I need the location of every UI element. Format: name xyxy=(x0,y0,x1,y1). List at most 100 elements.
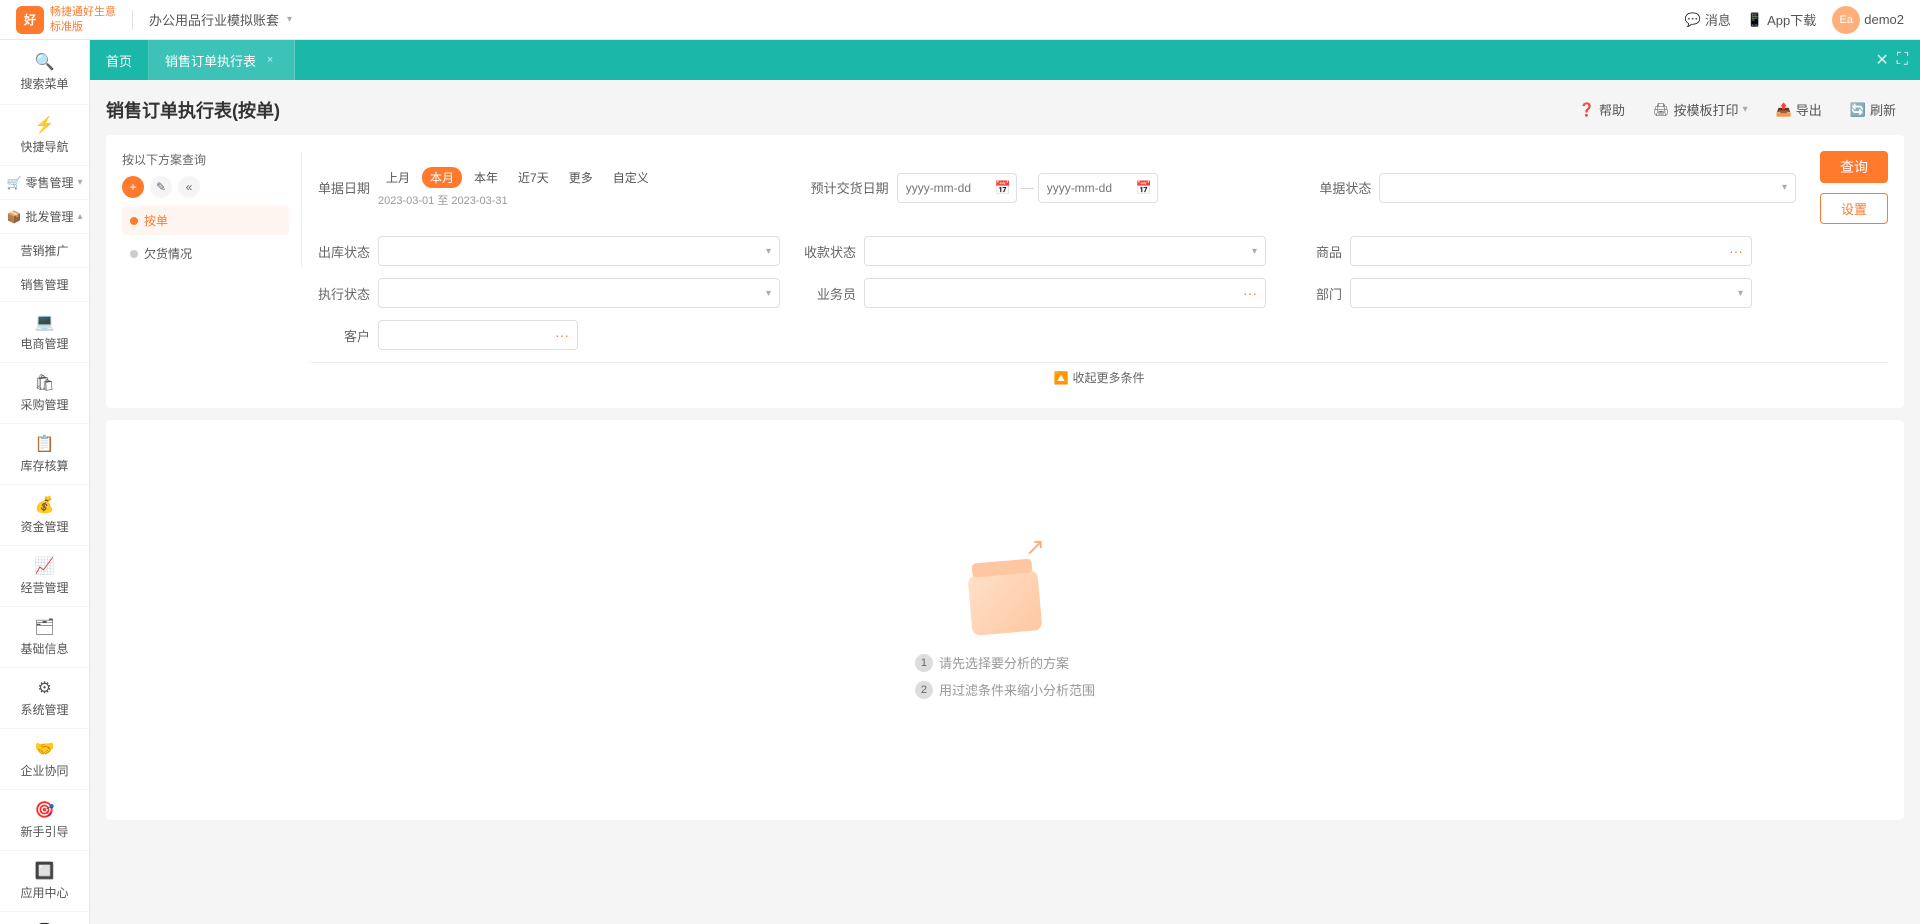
purchase-icon: 🛍 xyxy=(34,373,54,393)
appcenter-icon: 🔲 xyxy=(35,861,55,881)
scheme-item-active[interactable]: 按单 xyxy=(122,206,289,235)
goods-select[interactable]: ··· xyxy=(1350,236,1752,266)
preset-this-month[interactable]: 本月 xyxy=(422,167,462,188)
sidebar-item-guide[interactable]: 🎯 新手引导 xyxy=(0,790,89,851)
filter-field-dept: 部门 ▾ xyxy=(1282,278,1752,308)
sidebar-item-wechat[interactable]: 💬 企业微信 xyxy=(0,912,89,924)
preset-last-month[interactable]: 上月 xyxy=(378,167,418,188)
filter-field-goods: 商品 ··· xyxy=(1282,236,1752,266)
main-layout: 🔍 搜索菜单 ⚡ 快捷导航 🛒 零售管理 ▾ 📦 批发管理 ▴ 营销推广 销售管… xyxy=(0,40,1920,924)
collapse-up-icon: 🔼 xyxy=(1054,371,1069,385)
tab-bar: 首页 销售订单执行表 × ✕ ⛶ xyxy=(90,40,1920,80)
salesman-select[interactable]: ··· xyxy=(864,278,1266,308)
win-maximize-icon[interactable]: ⛶ xyxy=(1897,51,1908,69)
tab-active[interactable]: 销售订单执行表 × xyxy=(149,40,295,80)
out-status-select[interactable]: ▾ xyxy=(378,236,780,266)
sidebar-item-sales[interactable]: 销售管理 xyxy=(0,268,89,302)
logo-area: 好 畅捷通好生意 标准版 xyxy=(16,5,116,34)
filter-scheme-actions: + ✎ « xyxy=(122,176,289,198)
filter-row-2: 出库状态 ▾ 收款状态 ▾ xyxy=(310,236,1888,266)
collab-icon: 🤝 xyxy=(35,739,55,759)
filter-field-customer: 客户 ··· xyxy=(310,320,1888,350)
sidebar-item-retail[interactable]: 🛒 零售管理 ▾ xyxy=(0,166,89,200)
scheme-collapse-button[interactable]: « xyxy=(178,176,200,198)
collapse-bar[interactable]: 🔼 收起更多条件 xyxy=(310,362,1888,392)
sidebar-item-finance[interactable]: 💰 资金管理 xyxy=(0,485,89,546)
sidebar-item-wholesale[interactable]: 📦 批发管理 ▴ xyxy=(0,200,89,234)
header-divider xyxy=(132,10,133,30)
filter-section: 按以下方案查询 + ✎ « 按单 欠货情况 xyxy=(122,151,1888,392)
dept-select[interactable]: ▾ xyxy=(1350,278,1752,308)
tip-num-1: 1 xyxy=(915,654,933,672)
sidebar-item-marketing[interactable]: 营销推广 xyxy=(0,234,89,268)
sidebar-item-inventory[interactable]: 📋 库存核算 xyxy=(0,424,89,485)
out-status-label: 出库状态 xyxy=(310,242,370,261)
filter-field-date: 单据日期 上月 本月 本年 近7天 更多 自定义 xyxy=(310,167,795,208)
preset-this-year[interactable]: 本年 xyxy=(466,167,506,188)
page-title-bar: 销售订单执行表(按单) ❓ 帮助 🖨 按模板打印 ▾ 📤 导出 xyxy=(106,96,1904,123)
goods-label: 商品 xyxy=(1282,242,1342,261)
tab-home[interactable]: 首页 xyxy=(90,40,149,80)
refresh-button[interactable]: 🔄 刷新 xyxy=(1842,96,1904,123)
settings-button[interactable]: 设置 xyxy=(1820,193,1888,224)
print-template-button[interactable]: 🖨 按模板打印 ▾ xyxy=(1645,96,1756,123)
header-right: 💬 消息 📱 App下载 Ea demo2 xyxy=(1685,6,1904,34)
print-icon: 🖨 xyxy=(1653,102,1670,118)
search-icon: 🔍 xyxy=(35,52,55,72)
collection-status-select[interactable]: ▾ xyxy=(864,236,1266,266)
preset-custom[interactable]: 自定义 xyxy=(605,167,657,188)
scheme-item-backorder[interactable]: 欠货情况 xyxy=(122,239,289,268)
page-content: 销售订单执行表(按单) ❓ 帮助 🖨 按模板打印 ▾ 📤 导出 xyxy=(90,80,1920,924)
help-button[interactable]: ❓ 帮助 xyxy=(1571,96,1633,123)
tab-bar-right: ✕ ⛶ xyxy=(1863,40,1920,80)
date-range-display: 2023-03-01 至 2023-03-31 xyxy=(378,192,795,208)
sidebar-item-operations[interactable]: 📈 经营管理 xyxy=(0,546,89,607)
sidebar-item-ecom[interactable]: 💻 电商管理 xyxy=(0,302,89,363)
guide-icon: 🎯 xyxy=(35,800,55,820)
customer-select[interactable]: ··· xyxy=(378,320,578,350)
filter-form: 单据日期 上月 本月 本年 近7天 更多 自定义 xyxy=(310,151,1888,392)
preset-more[interactable]: 更多 xyxy=(561,167,601,188)
sidebar-item-collab[interactable]: 🤝 企业协同 xyxy=(0,729,89,790)
doc-status-label: 单据状态 xyxy=(1311,178,1371,197)
doc-status-select[interactable]: ▾ xyxy=(1379,173,1796,203)
ecom-icon: 💻 xyxy=(35,312,55,332)
filter-field-salesman: 业务员 ··· xyxy=(796,278,1266,308)
sidebar-item-system[interactable]: ⚙ 系统管理 xyxy=(0,668,89,729)
sidebar-item-appcenter[interactable]: 🔲 应用中心 xyxy=(0,851,89,912)
download-icon: 📱 xyxy=(1747,12,1763,28)
retail-arrow-icon: ▾ xyxy=(77,177,82,188)
action-buttons: 查询 设置 xyxy=(1820,151,1888,224)
filter-field-expected-date: 预计交货日期 📅 — 📅 xyxy=(811,173,1296,203)
sidebar: 🔍 搜索菜单 ⚡ 快捷导航 🛒 零售管理 ▾ 📦 批发管理 ▴ 营销推广 销售管… xyxy=(0,40,90,924)
query-button[interactable]: 查询 xyxy=(1820,151,1888,183)
app-download-action[interactable]: 📱 App下载 xyxy=(1747,10,1816,29)
quicknav-icon: ⚡ xyxy=(35,115,55,135)
sidebar-item-purchase[interactable]: 🛍 采购管理 xyxy=(0,363,89,424)
user-info[interactable]: Ea demo2 xyxy=(1832,6,1904,34)
sidebar-item-quicknav[interactable]: ⚡ 快捷导航 xyxy=(0,105,89,166)
retail-icon: 🛒 xyxy=(7,176,22,190)
filter-scheme-title: 按以下方案查询 xyxy=(122,151,289,168)
scheme-edit-button[interactable]: ✎ xyxy=(150,176,172,198)
preset-7days[interactable]: 近7天 xyxy=(510,167,557,188)
win-close-icon[interactable]: ✕ xyxy=(1875,50,1888,70)
tab-close-icon[interactable]: × xyxy=(262,52,278,68)
salesman-more-icon: ··· xyxy=(1243,285,1257,301)
scheme-add-button[interactable]: + xyxy=(122,176,144,198)
operations-icon: 📈 xyxy=(35,556,55,576)
filter-panel: 按以下方案查询 + ✎ « 按单 欠货情况 xyxy=(106,135,1904,408)
message-icon: 💬 xyxy=(1685,12,1701,28)
sidebar-item-search[interactable]: 🔍 搜索菜单 xyxy=(0,40,89,105)
page-actions: ❓ 帮助 🖨 按模板打印 ▾ 📤 导出 🔄 刷新 xyxy=(1571,96,1904,123)
user-avatar: Ea xyxy=(1832,6,1860,34)
basic-icon: 🗂 xyxy=(34,617,54,637)
sidebar-item-basic[interactable]: 🗂 基础信息 xyxy=(0,607,89,668)
export-button[interactable]: 📤 导出 xyxy=(1768,96,1830,123)
app-title-dropdown-icon[interactable]: ▾ xyxy=(287,14,292,25)
filter-row-3: 执行状态 ▾ 业务员 ··· xyxy=(310,278,1888,308)
exec-status-select[interactable]: ▾ xyxy=(378,278,780,308)
filter-row-1: 单据日期 上月 本月 本年 近7天 更多 自定义 xyxy=(310,151,1888,224)
wholesale-arrow-icon: ▴ xyxy=(77,211,82,222)
message-action[interactable]: 💬 消息 xyxy=(1685,10,1731,29)
